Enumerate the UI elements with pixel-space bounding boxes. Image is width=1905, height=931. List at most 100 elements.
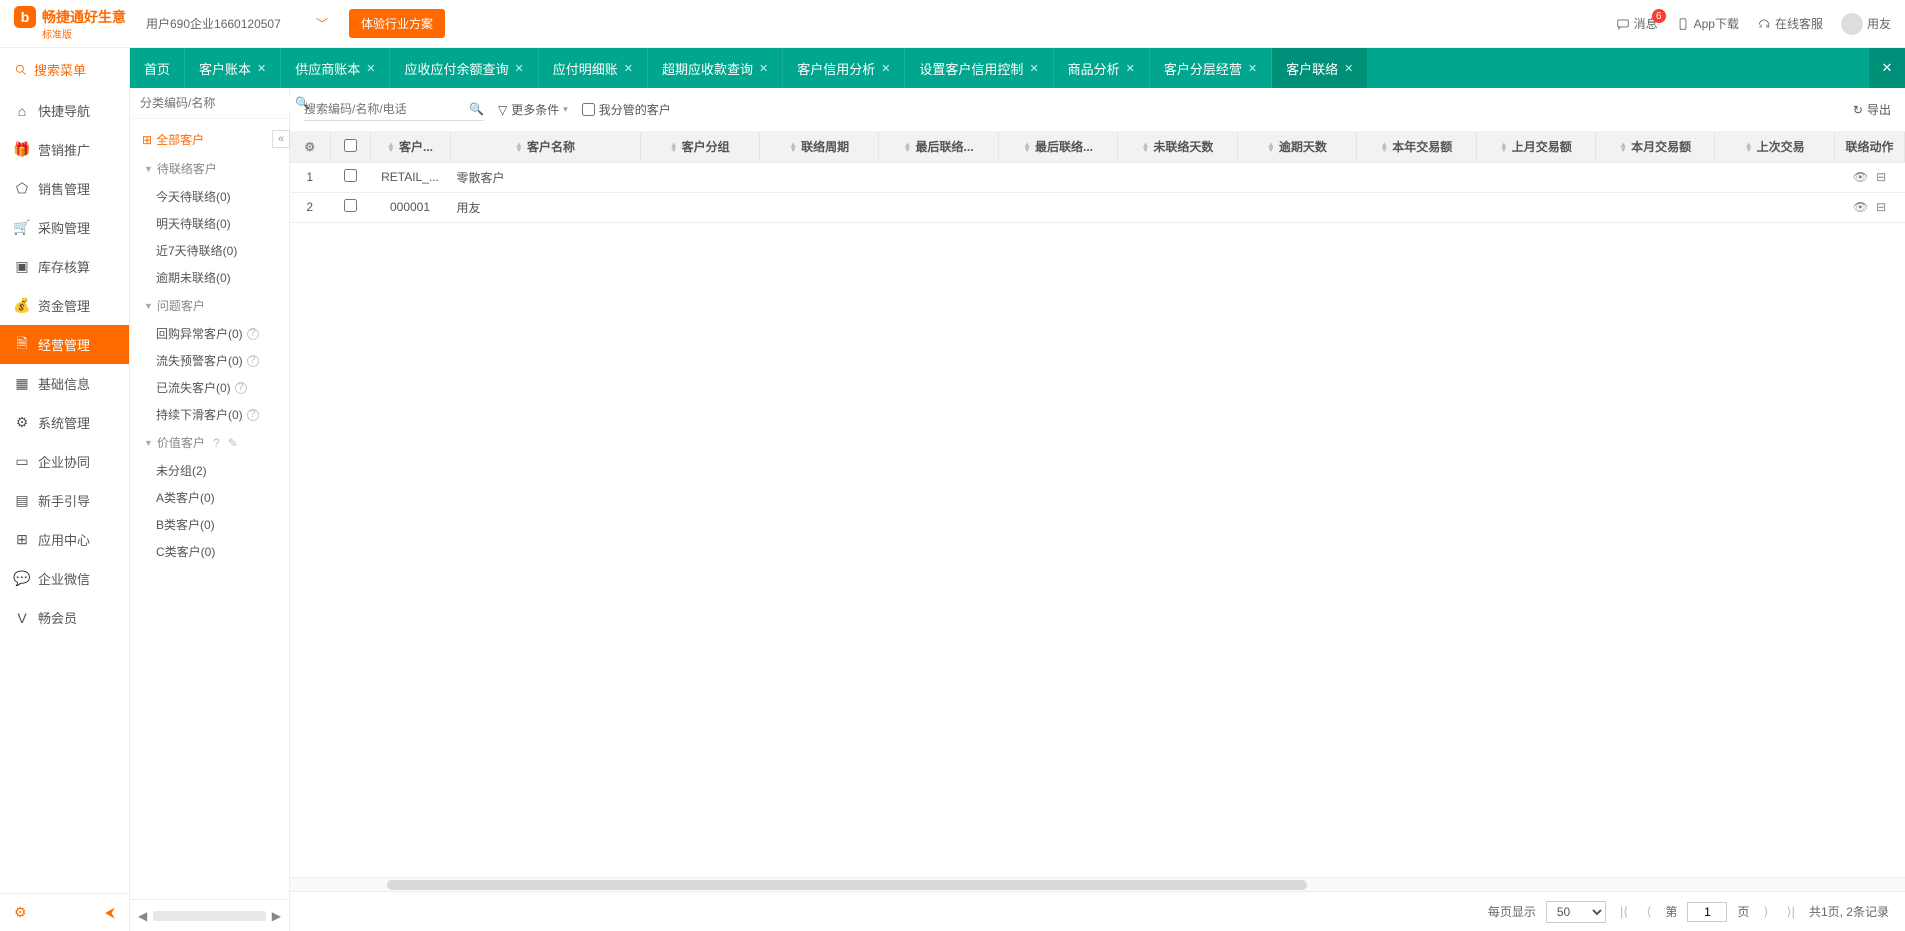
row-checkbox[interactable] <box>344 199 357 212</box>
help-icon[interactable]: ? <box>235 382 247 394</box>
help-icon[interactable]: ? <box>247 409 259 421</box>
tree-leaf[interactable]: 逾期未联络(0) <box>130 264 289 291</box>
col-cycle[interactable]: ▲▼联络周期 <box>759 132 878 162</box>
tree-leaf[interactable]: 今天待联络(0) <box>130 183 289 210</box>
app-download-button[interactable]: App下载 <box>1676 15 1739 32</box>
tree-leaf[interactable]: 持续下滑客户(0)? <box>130 401 289 428</box>
scroll-right-icon[interactable]: ▶ <box>272 909 281 923</box>
hscroll-thumb[interactable] <box>387 880 1308 890</box>
tab-商品分析[interactable]: 商品分析✕ <box>1054 48 1150 88</box>
user-menu[interactable]: 用友 <box>1841 13 1891 35</box>
nav-item-apps[interactable]: ⊞应用中心 <box>0 520 129 559</box>
select-all-checkbox[interactable] <box>344 139 357 152</box>
more-icon[interactable]: ⊟ <box>1876 200 1886 214</box>
tree-leaf[interactable]: A类客户(0) <box>130 484 289 511</box>
edit-icon[interactable]: ✎ <box>228 436 238 450</box>
nav-item-tag[interactable]: ⬠销售管理 <box>0 169 129 208</box>
help-icon[interactable]: ? <box>247 355 259 367</box>
tree-leaf[interactable]: 明天待联络(0) <box>130 210 289 237</box>
nav-item-gift[interactable]: 🎁营销推广 <box>0 130 129 169</box>
tab-供应商账本[interactable]: 供应商账本✕ <box>281 48 390 88</box>
scroll-left-icon[interactable]: ◀ <box>138 909 147 923</box>
close-icon[interactable]: ✕ <box>759 62 768 75</box>
first-page-button[interactable]: |⟨ <box>1616 904 1632 920</box>
table-row[interactable]: 1RETAIL_...零散客户👁⊟ <box>290 162 1905 192</box>
tree-group[interactable]: ▼问题客户 <box>130 291 289 320</box>
page-size-select[interactable]: 50 <box>1546 901 1606 923</box>
tab-客户联络[interactable]: 客户联络✕ <box>1272 48 1368 88</box>
tree-leaf[interactable]: B类客户(0) <box>130 511 289 538</box>
my-customers-checkbox[interactable]: 我分管的客户 <box>582 101 671 118</box>
last-page-button[interactable]: ⟩| <box>1783 904 1799 920</box>
nav-item-vip[interactable]: V畅会员 <box>0 598 129 637</box>
menu-search[interactable]: 搜索菜单 <box>0 48 129 91</box>
col-overdays[interactable]: ▲▼逾期天数 <box>1237 132 1356 162</box>
tree-leaf[interactable]: 回购异常客户(0)? <box>130 320 289 347</box>
help-icon[interactable]: ? <box>213 436 220 450</box>
view-icon[interactable]: 👁 <box>1853 200 1868 214</box>
nav-item-gear[interactable]: ⚙系统管理 <box>0 403 129 442</box>
search-icon[interactable]: 🔍 <box>469 102 484 116</box>
close-icon[interactable]: ✕ <box>257 62 266 75</box>
table-row[interactable]: 2000001用友👁⊟ <box>290 192 1905 222</box>
more-icon[interactable]: ⊟ <box>1876 170 1886 184</box>
my-customers-checkbox-input[interactable] <box>582 103 595 116</box>
close-icon[interactable]: ✕ <box>1029 62 1038 75</box>
col-name[interactable]: ▲▼客户名称 <box>450 132 640 162</box>
table-search-input[interactable] <box>304 98 469 120</box>
tab-首页[interactable]: 首页 <box>130 48 185 88</box>
prev-page-button[interactable]: ⟨ <box>1642 904 1655 920</box>
nav-item-home[interactable]: ⌂快捷导航 <box>0 91 129 130</box>
tree-root-all-customers[interactable]: ⊞ 全部客户 <box>130 125 289 154</box>
col-nocdays[interactable]: ▲▼未联络天数 <box>1118 132 1237 162</box>
tree-leaf[interactable]: 已流失客户(0)? <box>130 374 289 401</box>
close-icon[interactable]: ✕ <box>515 62 524 75</box>
tree-group[interactable]: ▼待联络客户 <box>130 154 289 183</box>
col-lastc[interactable]: ▲▼最后联络... <box>879 132 998 162</box>
nav-item-box[interactable]: ▣库存核算 <box>0 247 129 286</box>
gear-icon[interactable]: ⚙ <box>304 140 315 154</box>
tree-leaf[interactable]: 近7天待联络(0) <box>130 237 289 264</box>
close-icon[interactable]: ✕ <box>1344 62 1353 75</box>
nav-item-book[interactable]: ▤新手引导 <box>0 481 129 520</box>
nav-item-cart[interactable]: 🛒采购管理 <box>0 208 129 247</box>
col-lmamt[interactable]: ▲▼上月交易额 <box>1476 132 1595 162</box>
more-filters-button[interactable]: ▽ 更多条件 ▾ <box>498 101 568 118</box>
tree-leaf[interactable]: 流失预警客户(0)? <box>130 347 289 374</box>
tree-group[interactable]: ▼价值客户?✎ <box>130 428 289 457</box>
page-input[interactable] <box>1687 902 1727 922</box>
collapse-sidebar-button[interactable]: « <box>272 130 290 148</box>
scroll-thumb[interactable] <box>153 911 266 921</box>
col-lastc2[interactable]: ▲▼最后联络... <box>998 132 1117 162</box>
company-select[interactable]: 用户690企业1660120507 ﹀ <box>137 10 337 37</box>
nav-item-wallet[interactable]: 💰资金管理 <box>0 286 129 325</box>
nav-item-grid[interactable]: ▦基础信息 <box>0 364 129 403</box>
view-icon[interactable]: 👁 <box>1853 170 1868 184</box>
col-lastt[interactable]: ▲▼上次交易 <box>1715 132 1835 162</box>
search-icon[interactable]: 🔍 <box>295 96 310 110</box>
category-search-input[interactable] <box>140 96 295 110</box>
tab-客户信用分析[interactable]: 客户信用分析✕ <box>783 48 905 88</box>
row-checkbox[interactable] <box>344 169 357 182</box>
close-icon[interactable]: ✕ <box>1248 62 1257 75</box>
tab-超期应收款查询[interactable]: 超期应收款查询✕ <box>648 48 783 88</box>
nav-item-org[interactable]: ▭企业协同 <box>0 442 129 481</box>
close-icon[interactable]: ✕ <box>881 62 890 75</box>
col-mmamt[interactable]: ▲▼本月交易额 <box>1596 132 1715 162</box>
next-page-button[interactable]: ⟩ <box>1759 904 1772 920</box>
col-code[interactable]: ▲▼客户... <box>370 132 450 162</box>
table-hscroll[interactable] <box>290 877 1905 891</box>
close-icon[interactable]: ✕ <box>366 62 375 75</box>
nav-item-doc[interactable]: 🗎经营管理 <box>0 325 129 364</box>
nav-item-wechat[interactable]: 💬企业微信 <box>0 559 129 598</box>
close-icon[interactable]: ✕ <box>624 62 633 75</box>
tab-客户分层经营[interactable]: 客户分层经营✕ <box>1150 48 1272 88</box>
tree-leaf[interactable]: C类客户(0) <box>130 538 289 565</box>
collapse-nav-icon[interactable]: ⮜ <box>105 904 115 921</box>
close-icon[interactable]: ✕ <box>1126 62 1135 75</box>
settings-icon[interactable]: ⚙ <box>14 904 27 921</box>
help-icon[interactable]: ? <box>247 328 259 340</box>
messages-button[interactable]: 消息 6 <box>1616 15 1658 32</box>
col-yamt[interactable]: ▲▼本年交易额 <box>1357 132 1476 162</box>
tab-设置客户信用控制[interactable]: 设置客户信用控制✕ <box>905 48 1053 88</box>
